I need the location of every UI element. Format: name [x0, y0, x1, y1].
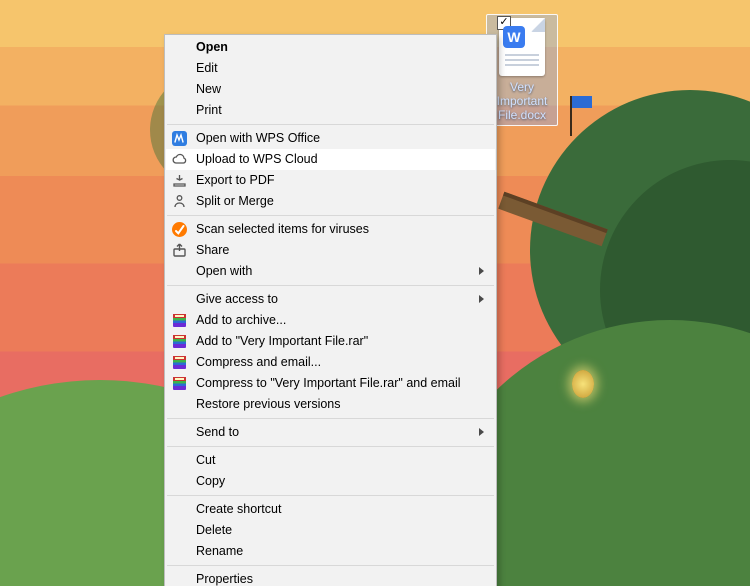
- menu-item-split-or-merge[interactable]: Split or Merge: [166, 191, 495, 212]
- menu-item-label: Restore previous versions: [196, 397, 341, 411]
- menu-item-label: Give access to: [196, 292, 278, 306]
- rar-icon: [171, 375, 188, 392]
- menu-separator: [167, 285, 494, 286]
- menu-separator: [167, 124, 494, 125]
- menu-item-add-to-very-important-file-rar[interactable]: Add to "Very Important File.rar": [166, 331, 495, 352]
- menu-item-label: Properties: [196, 572, 253, 586]
- menu-item-cut[interactable]: Cut: [166, 450, 495, 471]
- chevron-right-icon: [477, 427, 487, 437]
- menu-item-label: Create shortcut: [196, 502, 281, 516]
- chevron-right-icon: [477, 266, 487, 276]
- desktop-file-selected[interactable]: ✓ W Very Important File.docx: [490, 18, 554, 122]
- rar-icon: [171, 312, 188, 329]
- menu-item-label: Delete: [196, 523, 232, 537]
- wallpaper-shape: [572, 96, 592, 108]
- context-menu[interactable]: Open Edit New Print Open with WPS Office Uplo…: [164, 34, 497, 586]
- menu-item-restore-previous-versions[interactable]: Restore previous versions: [166, 394, 495, 415]
- menu-item-label: Compress and email...: [196, 355, 321, 369]
- menu-item-send-to[interactable]: Send to: [166, 422, 495, 443]
- menu-item-label: Add to archive...: [196, 313, 286, 327]
- menu-item-label: New: [196, 82, 221, 96]
- menu-item-label: Add to "Very Important File.rar": [196, 334, 368, 348]
- menu-separator: [167, 565, 494, 566]
- menu-item-label: Scan selected items for viruses: [196, 222, 369, 236]
- menu-item-label: Split or Merge: [196, 194, 274, 208]
- menu-item-label: Share: [196, 243, 229, 257]
- menu-item-label: Print: [196, 103, 222, 117]
- menu-item-copy[interactable]: Copy: [166, 471, 495, 492]
- avast-icon: [171, 221, 188, 238]
- menu-item-label: Compress to "Very Important File.rar" an…: [196, 376, 461, 390]
- wps-icon: [171, 130, 188, 147]
- menu-item-delete[interactable]: Delete: [166, 520, 495, 541]
- menu-item-create-shortcut[interactable]: Create shortcut: [166, 499, 495, 520]
- menu-item-upload-to-wps-cloud[interactable]: Upload to WPS Cloud: [166, 149, 495, 170]
- menu-item-edit[interactable]: Edit: [166, 58, 495, 79]
- menu-separator: [167, 215, 494, 216]
- split-icon: [171, 193, 188, 210]
- menu-item-open-with[interactable]: Open with: [166, 261, 495, 282]
- rar-icon: [171, 333, 188, 350]
- menu-item-label: Send to: [196, 425, 239, 439]
- menu-item-open-with-wps-office[interactable]: Open with WPS Office: [166, 128, 495, 149]
- menu-separator: [167, 495, 494, 496]
- menu-item-new[interactable]: New: [166, 79, 495, 100]
- menu-separator: [167, 418, 494, 419]
- menu-item-label: Open with: [196, 264, 252, 278]
- menu-item-label: Edit: [196, 61, 218, 75]
- menu-item-share[interactable]: Share: [166, 240, 495, 261]
- cloud-icon: [171, 151, 188, 168]
- menu-item-compress-and-email[interactable]: Compress and email...: [166, 352, 495, 373]
- wallpaper-shape: [572, 370, 594, 398]
- share-icon: [171, 242, 188, 259]
- menu-item-label: Rename: [196, 544, 243, 558]
- menu-item-export-to-pdf[interactable]: Export to PDF: [166, 170, 495, 191]
- menu-item-give-access-to[interactable]: Give access to: [166, 289, 495, 310]
- word-badge-icon: W: [503, 26, 525, 48]
- menu-separator: [167, 446, 494, 447]
- menu-item-properties[interactable]: Properties: [166, 569, 495, 586]
- menu-item-label: Upload to WPS Cloud: [196, 152, 318, 166]
- menu-item-label: Open: [196, 40, 228, 54]
- menu-item-label: Cut: [196, 453, 215, 467]
- menu-item-label: Open with WPS Office: [196, 131, 320, 145]
- menu-item-print[interactable]: Print: [166, 100, 495, 121]
- menu-item-label: Copy: [196, 474, 225, 488]
- menu-item-label: Export to PDF: [196, 173, 275, 187]
- docx-file-icon: ✓ W: [499, 18, 545, 76]
- menu-item-compress-to-very-important-file-rar-and-[interactable]: Compress to "Very Important File.rar" an…: [166, 373, 495, 394]
- menu-item-rename[interactable]: Rename: [166, 541, 495, 562]
- doc-lines-icon: [505, 54, 539, 68]
- chevron-right-icon: [477, 294, 487, 304]
- pdf-icon: [171, 172, 188, 189]
- rar-icon: [171, 354, 188, 371]
- menu-item-open[interactable]: Open: [166, 37, 495, 58]
- menu-item-scan-selected-items-for-viruses[interactable]: Scan selected items for viruses: [166, 219, 495, 240]
- desktop[interactable]: ✓ W Very Important File.docx Open Edit New…: [0, 0, 750, 586]
- menu-item-add-to-archive[interactable]: Add to archive...: [166, 310, 495, 331]
